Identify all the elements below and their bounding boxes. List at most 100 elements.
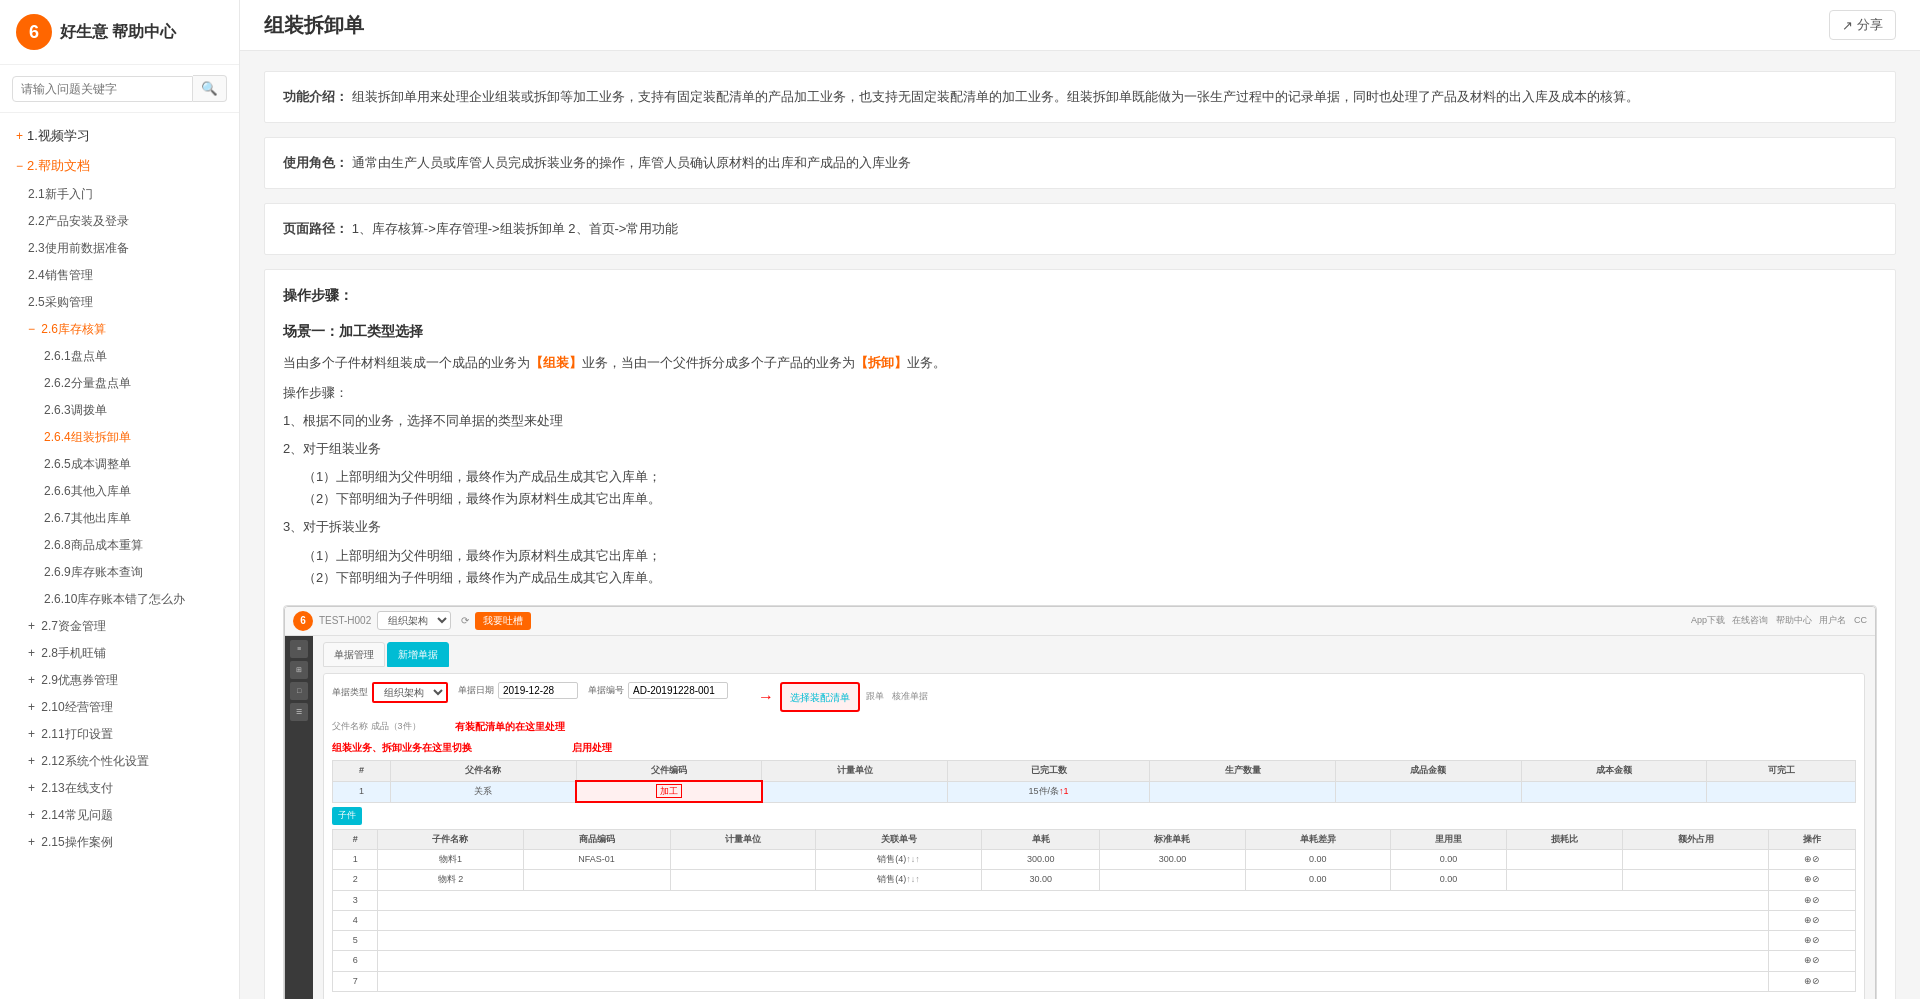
assembly-term: 【组装】: [530, 355, 582, 370]
sidebar-sub-label: 2.6库存核算: [41, 322, 106, 336]
mock-type-field: 单据类型 组织架构: [332, 682, 448, 703]
mock-top-icons: App下载 在线咨询 帮助中心 用户名 CC: [1691, 613, 1867, 628]
mock-td-camt: [1521, 781, 1707, 802]
mock-body: ≡ ⊞ □ ☰ 单据管理 新增单据: [285, 636, 1875, 999]
sidebar-item-install[interactable]: 2.2产品安装及登录: [0, 208, 239, 235]
step3-sub2: （2）下部明细为子件明细，最终作为产成品生成其它入库单。: [303, 567, 1877, 589]
sidebar-header: 6 好生意 帮助中心: [0, 0, 239, 65]
steps-main-label: 操作步骤：: [283, 284, 1877, 308]
share-label: 分享: [1857, 16, 1883, 34]
sidebar-item-ledger-fix[interactable]: 2.6.10库存账本错了怎么办: [0, 586, 239, 613]
mock-sub-thead: # 子件名称 商品编码 计量单位 关联单号 单耗 标准单耗 单耗差异: [333, 829, 1856, 849]
sidebar-item-label: 1.视频学习: [27, 127, 90, 145]
sidebar-item-data-prep[interactable]: 2.3使用前数据准备: [0, 235, 239, 262]
role-text: 通常由生产人员或库管人员完成拆装业务的操作，库管人员确认原材料的出库和产成品的入…: [352, 155, 911, 170]
mock-sub-td-2-loss: [1507, 870, 1623, 890]
sidebar-sub-label: 2.12系统个性化设置: [41, 754, 148, 768]
mock-sub-th-unit: 计量单位: [670, 829, 815, 849]
mock-tab-new[interactable]: 新增单据: [387, 642, 449, 667]
sidebar-item-cost-recalc[interactable]: 2.6.8商品成本重算: [0, 532, 239, 559]
sidebar-item-ops[interactable]: + 2.10经营管理: [0, 694, 239, 721]
expand-sub-icon: +: [28, 754, 35, 768]
mock-sub-td-1-dosage: 300.00: [982, 850, 1100, 870]
sidebar-sub-label: 2.6.4组装拆卸单: [44, 430, 131, 444]
mock-type-select[interactable]: 组织架构: [372, 682, 448, 703]
mock-sub-td-7-op: ⊕⊘: [1768, 971, 1855, 991]
mock-parent-thead: # 父件名称 父件编码 计量单位 已完工数 生产数量 成品金额 成本金额: [333, 760, 1856, 781]
sidebar-item-purchase[interactable]: 2.5采购管理: [0, 289, 239, 316]
mock-nav-icon-2: ⊞: [290, 661, 308, 679]
mock-sub-header-row: # 子件名称 商品编码 计量单位 关联单号 单耗 标准单耗 单耗差异: [333, 829, 1856, 849]
sidebar-item-ledger[interactable]: 2.6.9库存账本查询: [0, 559, 239, 586]
sidebar-item-cases[interactable]: + 2.15操作案例: [0, 829, 239, 856]
mock-assembly-btn[interactable]: 选择装配清单: [780, 682, 860, 712]
mock-annotation2-row: 组装业务、拆卸业务在这里切换 启用处理: [332, 739, 1856, 756]
mock-td-done: 15件/条↑1: [947, 781, 1149, 802]
mock-id-input[interactable]: [628, 682, 728, 699]
mock-sub-row3: 3 ⊕⊘: [333, 890, 1856, 910]
brand-name: 好生意 帮助中心: [60, 22, 176, 43]
mock-parent-tbody: 1 关系 加工 15件/条↑1: [333, 781, 1856, 802]
sidebar-item-faq[interactable]: + 2.14常见问题: [0, 802, 239, 829]
sidebar-item-mobile[interactable]: + 2.8手机旺铺: [0, 640, 239, 667]
sidebar-item-assembly[interactable]: 2.6.4组装拆卸单: [0, 424, 239, 451]
expand-sub-icon: +: [28, 727, 35, 741]
mock-th-done: 已完工数: [947, 760, 1149, 781]
search-button[interactable]: 🔍: [193, 75, 227, 102]
mock-sub-td-2-extra: [1623, 870, 1768, 890]
search-input[interactable]: [12, 76, 193, 102]
mock-cell-red-label: 加工: [656, 784, 682, 798]
mock-sub-section: 子件: [332, 807, 1856, 824]
mock-td-unit: [762, 781, 948, 802]
mock-sub-th-num: #: [333, 829, 378, 849]
mock-sub-row1: 1 物料1 NFAS-01 销售(4)↑↓↑ 300.00 300.00 0.0…: [333, 850, 1856, 870]
mock-sub-td-6-op: ⊕⊘: [1768, 951, 1855, 971]
step2: 2、对于组装业务: [283, 438, 1877, 460]
mock-sub-th-dosage: 单耗: [982, 829, 1100, 849]
mock-date-field: 单据日期: [458, 682, 578, 699]
mock-sub-td-7-num: 7: [333, 971, 378, 991]
mock-sub-th-diff: 单耗差异: [1245, 829, 1390, 849]
mock-sub-td-2-order: 销售(4)↑↓↑: [815, 870, 981, 890]
sidebar-item-inventory[interactable]: − 2.6库存核算: [0, 316, 239, 343]
sidebar-item-print[interactable]: + 2.11打印设置: [0, 721, 239, 748]
sidebar-item-other-out[interactable]: 2.6.7其他出库单: [0, 505, 239, 532]
sidebar-item-partial-check[interactable]: 2.6.2分量盘点单: [0, 370, 239, 397]
sidebar-item-help-docs[interactable]: − 2.帮助文档: [0, 151, 239, 181]
search-area: 🔍: [0, 65, 239, 113]
mock-sub-td-1-extra: [1623, 850, 1768, 870]
sidebar-item-beginner[interactable]: 2.1新手入门: [0, 181, 239, 208]
sidebar-item-video-learning[interactable]: + 1.视频学习: [0, 121, 239, 151]
main-area: 组装拆卸单 ↗ 分享 功能介绍： 组装拆卸单用来处理企业组装或拆卸等加工业务，支…: [240, 0, 1920, 999]
mock-tab-manage[interactable]: 单据管理: [323, 642, 385, 667]
sidebar-item-coupon[interactable]: + 2.9优惠券管理: [0, 667, 239, 694]
mock-th-unit: 计量单位: [762, 760, 948, 781]
mock-nav-icon-4: ☰: [290, 703, 308, 721]
mock-id-label: 单据编号: [588, 683, 624, 698]
mock-th-product-amt: 成品金额: [1335, 760, 1521, 781]
mock-sub-td-2-name: 物料 2: [378, 870, 523, 890]
mock-sub-th-op: 操作: [1768, 829, 1855, 849]
mock-sub-td-1-diff: 0.00: [1245, 850, 1390, 870]
mock-org-select[interactable]: 组织架构: [377, 611, 451, 630]
mock-tabs: 单据管理 新增单据: [323, 642, 1865, 667]
mock-date-input[interactable]: [498, 682, 578, 699]
sidebar-item-other-in[interactable]: 2.6.6其他入库单: [0, 478, 239, 505]
share-button[interactable]: ↗ 分享: [1829, 10, 1896, 40]
sidebar-sub-label: 2.3使用前数据准备: [28, 241, 129, 255]
sidebar-item-settings[interactable]: + 2.12系统个性化设置: [0, 748, 239, 775]
sidebar-sub-label: 2.15操作案例: [41, 835, 112, 849]
sidebar-item-transfer[interactable]: 2.6.3调拨单: [0, 397, 239, 424]
sidebar-item-cost-adjust[interactable]: 2.6.5成本调整单: [0, 451, 239, 478]
mock-sub-td-1-std: 300.00: [1100, 850, 1245, 870]
scenario1-title: 场景一：加工类型选择: [283, 320, 1877, 344]
sidebar-item-payment[interactable]: + 2.13在线支付: [0, 775, 239, 802]
mock-feedback-btn[interactable]: 我要吐槽: [475, 612, 531, 630]
func-intro-label: 功能介绍：: [283, 89, 348, 104]
mock-sub-td-1-num: 1: [333, 850, 378, 870]
mock-annotation3: 启用处理: [572, 739, 612, 756]
step3: 3、对于拆装业务: [283, 516, 1877, 538]
sidebar-item-sales[interactable]: 2.4销售管理: [0, 262, 239, 289]
sidebar-item-finance[interactable]: + 2.7资金管理: [0, 613, 239, 640]
sidebar-item-inventory-check[interactable]: 2.6.1盘点单: [0, 343, 239, 370]
